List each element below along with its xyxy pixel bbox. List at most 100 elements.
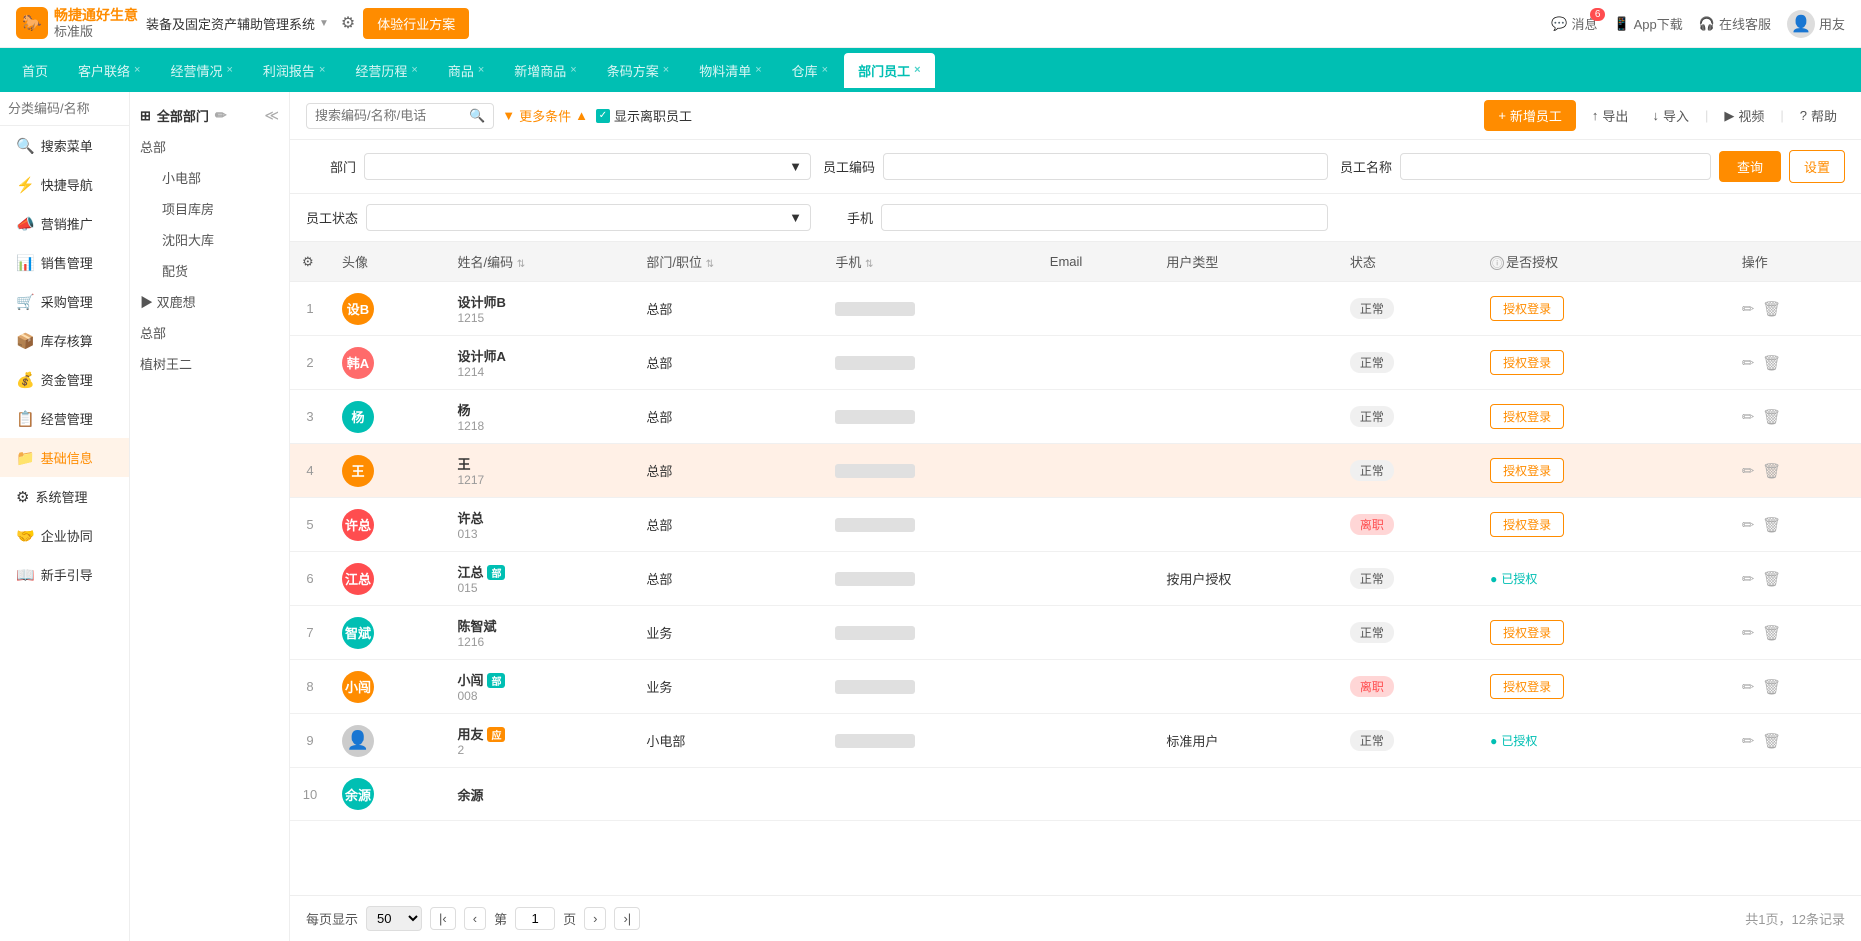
page-number-input[interactable] xyxy=(515,907,555,930)
dept-item[interactable]: 植树王二 xyxy=(130,348,289,379)
user-area[interactable]: 👤 用友 xyxy=(1787,10,1845,38)
search-input[interactable] xyxy=(315,108,465,123)
search-input-box[interactable]: 🔍 xyxy=(306,103,494,129)
message-btn[interactable]: 💬 消息 6 xyxy=(1551,14,1597,33)
auth-login-btn[interactable]: 授权登录 xyxy=(1490,620,1564,645)
sidebar-item-系统管理[interactable]: ⚙系统管理 xyxy=(0,477,129,516)
sidebar-item-企业协同[interactable]: 🤝企业协同 xyxy=(0,516,129,555)
auth-login-btn[interactable]: 授权登录 xyxy=(1490,512,1564,537)
nav-tab-仓库[interactable]: 仓库 × xyxy=(778,53,842,88)
close-icon[interactable]: × xyxy=(319,64,325,76)
col-name-code[interactable]: 姓名/编码 ⇅ xyxy=(445,242,634,282)
show-resigned-toggle[interactable]: ✓ 显示离职员工 xyxy=(596,106,692,125)
view-btn[interactable]: ▶ 视频 xyxy=(1716,102,1772,129)
col-dept-position[interactable]: 部门/职位 ⇅ xyxy=(634,242,823,282)
edit-icon[interactable]: ✏ xyxy=(1742,300,1755,318)
gear-icon[interactable]: ⚙ xyxy=(341,13,355,33)
edit-icon[interactable]: ✏ xyxy=(1742,570,1755,588)
nav-tab-条码方案[interactable]: 条码方案 × xyxy=(593,53,683,88)
sidebar-item-基础信息[interactable]: 📁基础信息 xyxy=(0,438,129,477)
delete-icon[interactable]: 🗑 xyxy=(1762,570,1781,588)
nav-tab-利润报告[interactable]: 利润报告 × xyxy=(249,53,339,88)
add-emp-button[interactable]: + 新增员工 xyxy=(1484,100,1576,131)
close-icon[interactable]: × xyxy=(822,64,828,76)
edit-icon[interactable]: ✏ xyxy=(1742,624,1755,642)
sidebar-item-新手引导[interactable]: 📖新手引导 xyxy=(0,555,129,594)
delete-icon[interactable]: 🗑 xyxy=(1762,408,1781,426)
close-icon[interactable]: × xyxy=(411,64,417,76)
auth-login-btn[interactable]: 授权登录 xyxy=(1490,404,1564,429)
next-page-btn[interactable]: › xyxy=(584,907,606,930)
auth-login-btn[interactable]: 授权登录 xyxy=(1490,674,1564,699)
auth-login-btn[interactable]: 授权登录 xyxy=(1490,296,1564,321)
sidebar-item-资金管理[interactable]: 💰资金管理 xyxy=(0,360,129,399)
close-icon[interactable]: × xyxy=(570,64,576,76)
help-btn[interactable]: ? 帮助 xyxy=(1792,102,1845,129)
nav-tab-经营历程[interactable]: 经营历程 × xyxy=(341,53,431,88)
delete-icon[interactable]: 🗑 xyxy=(1762,462,1781,480)
export-btn[interactable]: ↑ 导出 xyxy=(1584,102,1637,129)
sidebar-item-采购管理[interactable]: 🛒采购管理 xyxy=(0,282,129,321)
close-icon[interactable]: × xyxy=(663,64,669,76)
online-support-btn[interactable]: 🎧 在线客服 xyxy=(1699,14,1771,33)
nav-tab-物料清单[interactable]: 物料清单 × xyxy=(685,53,775,88)
nav-tab-经营情况[interactable]: 经营情况 × xyxy=(156,53,246,88)
sidebar-item-营销推广[interactable]: 📣营销推广 xyxy=(0,204,129,243)
auth-login-btn[interactable]: 授权登录 xyxy=(1490,350,1564,375)
sys-name-area[interactable]: 装备及固定资产辅助管理系统 ▼ xyxy=(146,14,329,33)
dept-item[interactable]: 总部 xyxy=(130,131,289,162)
col-phone[interactable]: 手机 ⇅ xyxy=(823,242,1037,282)
close-icon[interactable]: × xyxy=(478,64,484,76)
nav-tab-客户联络[interactable]: 客户联络 × xyxy=(64,53,154,88)
filter-emp-code-input[interactable] xyxy=(883,153,1328,180)
sidebar-search[interactable]: 🔍 xyxy=(0,92,129,126)
import-btn[interactable]: ↓ 导入 xyxy=(1644,102,1697,129)
delete-icon[interactable]: 🗑 xyxy=(1762,300,1781,318)
nav-tab-新增商品[interactable]: 新增商品 × xyxy=(500,53,590,88)
edit-icon[interactable]: ✏ xyxy=(1742,678,1755,696)
edit-icon[interactable]: ✏ xyxy=(1742,516,1755,534)
edit-icon[interactable]: ✏ xyxy=(1742,462,1755,480)
more-filter-btn[interactable]: ▼ 更多条件 ▲ xyxy=(502,106,588,125)
nav-tab-部门员工[interactable]: 部门员工 × xyxy=(844,53,934,88)
close-icon[interactable]: × xyxy=(226,64,232,76)
dept-edit-icon[interactable]: ✏ xyxy=(215,107,227,124)
dept-item[interactable]: ▶ 双鹿想 xyxy=(130,286,289,317)
dept-item[interactable]: 小电部 xyxy=(130,162,289,193)
prev-page-btn[interactable]: ‹ xyxy=(464,907,486,930)
query-button[interactable]: 查询 xyxy=(1719,151,1781,182)
nav-tab-商品[interactable]: 商品 × xyxy=(434,53,498,88)
delete-icon[interactable]: 🗑 xyxy=(1762,678,1781,696)
dept-item[interactable]: 配货 xyxy=(130,255,289,286)
close-icon[interactable]: × xyxy=(755,64,761,76)
sidebar-item-快捷导航[interactable]: ⚡快捷导航 xyxy=(0,165,129,204)
col-settings[interactable]: ⚙ xyxy=(290,242,330,282)
dept-item[interactable]: 总部 xyxy=(130,317,289,348)
filter-dept-select[interactable]: ▼ xyxy=(364,153,811,180)
app-download-btn[interactable]: 📱 App下载 xyxy=(1613,14,1682,33)
last-page-btn[interactable]: ›| xyxy=(614,907,640,930)
sidebar-item-销售管理[interactable]: 📊销售管理 xyxy=(0,243,129,282)
dept-collapse-icon[interactable]: ≪ xyxy=(264,107,279,124)
edit-icon[interactable]: ✏ xyxy=(1742,732,1755,750)
edit-icon[interactable]: ✏ xyxy=(1742,354,1755,372)
close-icon[interactable]: × xyxy=(134,64,140,76)
delete-icon[interactable]: 🗑 xyxy=(1762,354,1781,372)
filter-emp-name-input[interactable] xyxy=(1400,153,1711,180)
filter-emp-status-select[interactable]: ▼ xyxy=(366,204,811,231)
page-size-select[interactable]: 50 100 200 xyxy=(366,906,422,931)
sidebar-search-input[interactable] xyxy=(8,101,130,116)
sidebar-item-经营管理[interactable]: 📋经营管理 xyxy=(0,399,129,438)
sidebar-item-搜索菜单[interactable]: 🔍搜索菜单 xyxy=(0,126,129,165)
dept-item[interactable]: 沈阳大库 xyxy=(130,224,289,255)
edit-icon[interactable]: ✏ xyxy=(1742,408,1755,426)
close-icon[interactable]: × xyxy=(914,64,920,76)
first-page-btn[interactable]: |‹ xyxy=(430,907,456,930)
trial-button[interactable]: 体验行业方案 xyxy=(363,8,469,39)
sidebar-item-库存核算[interactable]: 📦库存核算 xyxy=(0,321,129,360)
set-button[interactable]: 设置 xyxy=(1789,150,1845,183)
delete-icon[interactable]: 🗑 xyxy=(1762,624,1781,642)
nav-tab-首页[interactable]: 首页 xyxy=(8,53,62,88)
delete-icon[interactable]: 🗑 xyxy=(1762,732,1781,750)
auth-login-btn[interactable]: 授权登录 xyxy=(1490,458,1564,483)
